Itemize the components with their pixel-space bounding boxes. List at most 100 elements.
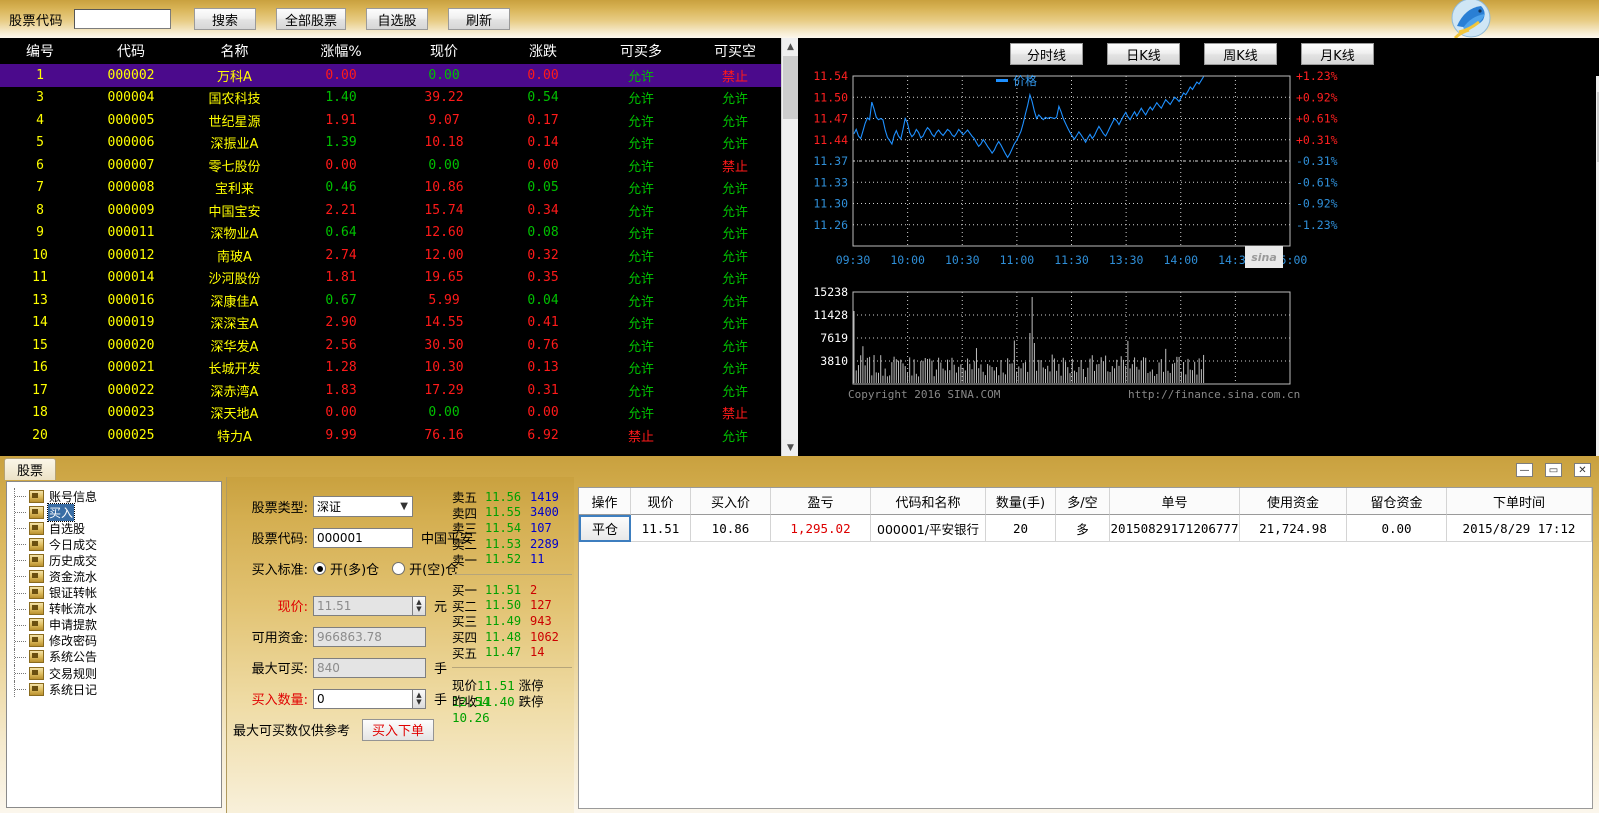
window-controls[interactable]: — ▭ ✕ [1516,463,1591,477]
close-position-button[interactable]: 平仓 [579,515,631,542]
cell-no: 13 [0,293,80,308]
stock-list-scrollbar[interactable]: ▲ ▼ [781,38,798,456]
level-price: 11.55 [485,505,530,519]
stock-code-input[interactable] [74,9,171,29]
col-price: 现价 [395,41,493,61]
stock-list-panel[interactable]: 编号 代码 名称 涨幅% 现价 涨跌 可买多 可买空 1000002万科A0.0… [0,38,781,456]
cell-price: 10.86 [395,180,493,195]
table-row[interactable]: 5000006深振业A1.3910.180.14允许允许 [0,132,781,155]
table-row[interactable]: 3000004国农科技1.4039.220.54允许允许 [0,87,781,110]
minimize-button[interactable]: — [1516,463,1533,477]
cell-code: 000023 [80,405,182,420]
tree-item-0[interactable]: 账号信息 [7,488,221,504]
tree-item-5[interactable]: 资金流水 [7,568,221,584]
table-row[interactable]: 18000023深天地A0.000.000.00允许禁止 [0,402,781,425]
table-row[interactable]: 10000012南玻A2.7412.000.32允许允许 [0,244,781,267]
tree-branch [15,625,26,626]
cell-current-price: 11.51 [631,515,691,542]
buy-quantity-input[interactable] [313,689,413,709]
cell-price: 0.00 [395,158,493,173]
table-row[interactable]: 20000025特力A9.9976.166.92禁止允许 [0,424,781,447]
svg-text:10:00: 10:00 [890,253,925,267]
cell-pct: 2.90 [287,315,395,330]
cell-code: 000007 [80,158,182,173]
tree-item-4[interactable]: 历史成交 [7,552,221,568]
cell-change: 0.13 [493,360,593,375]
tree-branch [15,496,26,497]
available-funds-label: 可用资金: [227,627,313,646]
tree-item-7[interactable]: 转帐流水 [7,601,221,617]
cell-code: 000016 [80,293,182,308]
cell-code: 000025 [80,428,182,443]
table-row[interactable]: 8000009中国宝安2.2115.740.34允许允许 [0,199,781,222]
submit-buy-order-button[interactable]: 买入下单 [362,719,434,741]
stock-list-body[interactable]: 1000002万科A0.000.000.00允许禁止3000004国农科技1.4… [0,64,781,447]
tree-branch [15,641,26,642]
scroll-down-icon[interactable]: ▼ [782,439,799,456]
radio-long-label: 开(多)仓 [330,559,379,578]
table-row[interactable]: 6000007零七股份0.000.000.00允许禁止 [0,154,781,177]
tab-daily-k[interactable]: 日K线 [1107,43,1180,65]
navigation-tree[interactable]: 账号信息买入自选股今日成交历史成交资金流水银证转帐转帐流水申请提款修改密码系统公… [6,481,222,808]
tree-item-11[interactable]: 交易规则 [7,665,221,681]
table-row[interactable]: 11000014沙河股份1.8119.650.35允许允许 [0,267,781,290]
refresh-button[interactable]: 刷新 [448,8,510,30]
scroll-up-icon[interactable]: ▲ [782,38,799,55]
table-row[interactable]: 1000002万科A0.000.000.00允许禁止 [0,64,781,87]
tree-item-1[interactable]: 买入 [7,504,221,520]
radio-open-long[interactable]: 开(多)仓 [313,559,379,578]
stock-code-form-input[interactable] [313,528,413,548]
cell-can-long: 允许 [593,201,689,220]
tab-monthly-k[interactable]: 月K线 [1301,43,1374,65]
cell-can-short: 允许 [689,201,781,220]
table-row[interactable]: 13000016深康佳A0.675.990.04允许允许 [0,289,781,312]
quantity-stepper[interactable]: ▲▼ [413,689,426,709]
tree-item-6[interactable]: 银证转帐 [7,585,221,601]
cell-pct: 1.39 [287,135,395,150]
table-row[interactable]: 16000021长城开发1.2810.300.13允许允许 [0,357,781,380]
cell-change: 0.32 [493,248,593,263]
tab-stock[interactable]: 股票 [4,458,56,480]
maximize-button[interactable]: ▭ [1545,463,1562,477]
all-stocks-button[interactable]: 全部股票 [276,8,346,30]
table-row[interactable]: 4000005世纪星源1.919.070.17允许允许 [0,109,781,132]
table-row[interactable]: 9000011深物业A0.6412.600.08允许允许 [0,222,781,245]
current-price-input[interactable] [313,596,413,616]
tree-item-12[interactable]: 系统日记 [7,681,221,697]
cell-long-short: 多 [1056,515,1110,542]
table-row[interactable]: 7000008宝利来0.4610.860.05允许允许 [0,177,781,200]
stock-type-select[interactable]: 深证 ▼ [313,496,413,517]
table-row[interactable]: 17000022深赤湾A1.8317.290.31允许允许 [0,379,781,402]
radio-open-short[interactable]: 开(空)仓 [392,559,458,578]
tree-item-3[interactable]: 今日成交 [7,536,221,552]
watchlist-button[interactable]: 自选股 [366,8,428,30]
close-button[interactable]: ✕ [1574,463,1591,477]
cell-can-short: 允许 [689,88,781,107]
window-tabs[interactable]: 股票 [4,458,56,480]
tree-item-9[interactable]: 修改密码 [7,633,221,649]
tab-weekly-k[interactable]: 周K线 [1204,43,1277,65]
cell-pct: 0.00 [287,405,395,420]
cell-name: 宝利来 [182,178,287,197]
table-row[interactable]: 15000020深华发A2.5630.500.76允许允许 [0,334,781,357]
col-keep-funds: 留仓资金 [1347,488,1447,515]
level-volume: 2 [530,583,572,597]
price-stepper[interactable]: ▲▼ [413,596,426,616]
svg-text:+0.61%: +0.61% [1296,112,1338,126]
cell-can-long: 允许 [593,313,689,332]
tree-item-2[interactable]: 自选股 [7,520,221,536]
cell-change: 0.76 [493,338,593,353]
chart-period-buttons[interactable]: 分时线 日K线 周K线 月K线 [1010,43,1374,65]
svg-text:-0.61%: -0.61% [1296,175,1338,189]
level-price: 11.50 [485,598,530,612]
table-row[interactable]: 14000019深深宝A2.9014.550.41允许允许 [0,312,781,335]
level-volume: 2289 [530,537,572,551]
tree-item-10[interactable]: 系统公告 [7,649,221,665]
tab-intraday[interactable]: 分时线 [1010,43,1083,65]
scrollbar-thumb[interactable] [783,56,798,119]
tree-item-8[interactable]: 申请提款 [7,617,221,633]
cell-name: 沙河股份 [182,268,287,287]
cell-code: 000004 [80,90,182,105]
search-button[interactable]: 搜索 [194,8,256,30]
cell-can-long: 允许 [593,88,689,107]
